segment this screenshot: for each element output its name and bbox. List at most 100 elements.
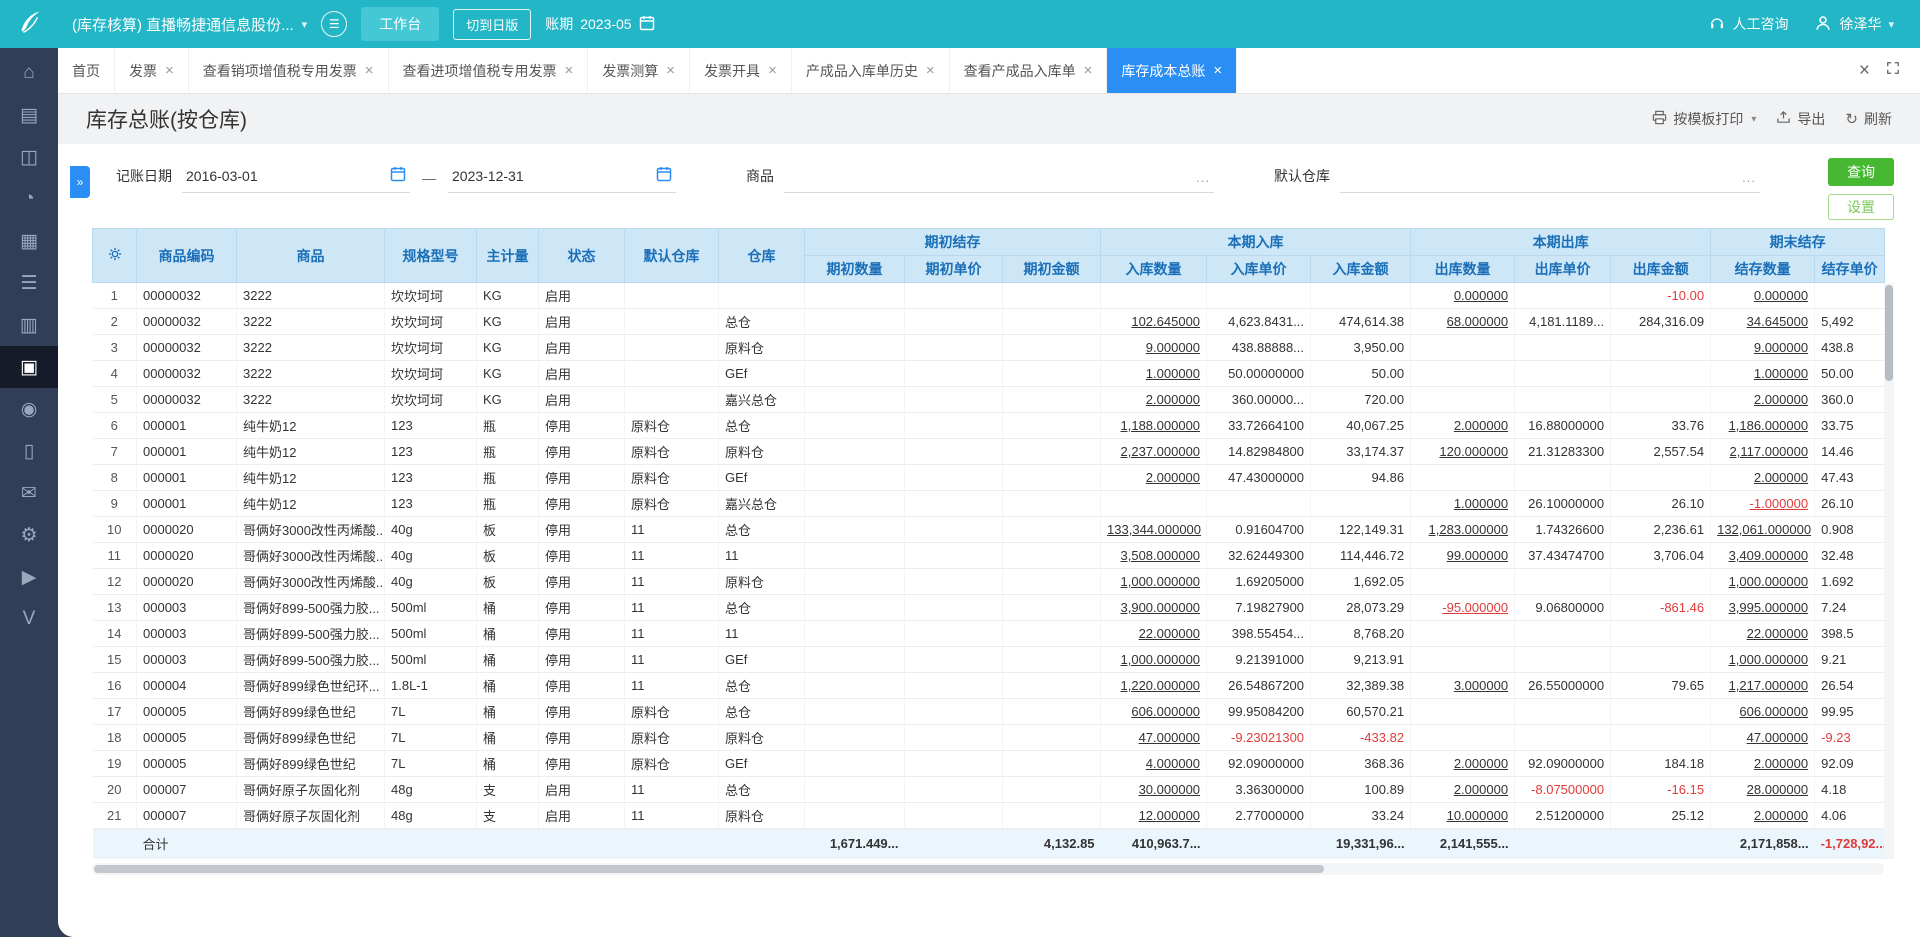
drill-link[interactable]: 1,186.000000 <box>1710 412 1816 439</box>
drill-link[interactable]: 34.645000 <box>1710 308 1816 335</box>
tab-0[interactable]: 首页 <box>58 48 115 93</box>
vertical-scrollbar[interactable] <box>1884 283 1894 859</box>
drill-link[interactable]: 99.000000 <box>1410 542 1516 569</box>
fullscreen-icon[interactable] <box>1886 61 1900 80</box>
tab-2[interactable]: 查看销项增值税专用发票 × <box>189 48 389 93</box>
drill-link[interactable]: 1,000.000000 <box>1100 646 1208 673</box>
drill-link[interactable]: 22.000000 <box>1100 620 1208 647</box>
drill-link[interactable]: -95.000000 <box>1410 594 1516 621</box>
sidebar-item-messages[interactable]: ✉ <box>0 472 58 514</box>
horizontal-scrollbar-thumb[interactable] <box>94 864 1324 873</box>
sidebar-item-vouchers[interactable]: ☰ <box>0 262 58 304</box>
drill-link[interactable]: 1,000.000000 <box>1100 568 1208 595</box>
drill-link[interactable]: 28.000000 <box>1710 776 1816 803</box>
company-selector[interactable]: (库存核算) 直播畅捷通信息股份... ▾ <box>72 14 307 35</box>
filter-expand-button[interactable]: » <box>70 166 90 198</box>
switch-version-button[interactable]: 切到日版 <box>453 8 532 40</box>
sidebar-item-home[interactable]: ⌂ <box>0 52 58 94</box>
tab-6[interactable]: 产成品入库单历史 × <box>792 48 950 93</box>
column-settings-header[interactable] <box>92 228 137 283</box>
drill-link[interactable]: 9.000000 <box>1100 334 1208 361</box>
tab-close-icon[interactable]: × <box>768 63 777 78</box>
tab-8[interactable]: 库存成本总账 × <box>1107 48 1238 93</box>
tab-close-icon[interactable]: × <box>165 63 174 78</box>
drill-link[interactable]: 12.000000 <box>1100 802 1208 829</box>
tab-close-icon[interactable]: × <box>1213 63 1222 78</box>
date-to-input[interactable]: 2023-12-31 <box>448 164 676 193</box>
drill-link[interactable]: 22.000000 <box>1710 620 1816 647</box>
sidebar-item-reports[interactable]: ◫ <box>0 136 58 178</box>
drill-link[interactable]: 2.000000 <box>1410 750 1516 777</box>
sidebar-item-enterprise[interactable]: ▦ <box>0 220 58 262</box>
drill-link[interactable]: 102.645000 <box>1100 308 1208 335</box>
drill-link[interactable]: 1.000000 <box>1410 490 1516 517</box>
drill-link[interactable]: 2.000000 <box>1410 412 1516 439</box>
support-link[interactable]: 人工咨询 <box>1709 14 1788 34</box>
tab-close-icon[interactable]: × <box>666 63 675 78</box>
drill-link[interactable]: 1,000.000000 <box>1710 568 1816 595</box>
tab-7[interactable]: 查看产成品入库单 × <box>950 48 1108 93</box>
drill-link[interactable]: 1.000000 <box>1100 360 1208 387</box>
drill-link[interactable]: 2.000000 <box>1710 464 1816 491</box>
drill-link[interactable]: 606.000000 <box>1710 698 1816 725</box>
drill-link[interactable]: 47.000000 <box>1100 724 1208 751</box>
sidebar-item-schedule[interactable]: ◔ <box>0 178 58 220</box>
drill-link[interactable]: 3,508.000000 <box>1100 542 1208 569</box>
product-filter-input[interactable]: ... <box>784 168 1214 193</box>
drill-link[interactable]: 47.000000 <box>1710 724 1816 751</box>
memo-icon[interactable]: ☰ <box>321 11 348 37</box>
horizontal-scrollbar[interactable] <box>92 862 1884 875</box>
sidebar-item-service[interactable]: ◉ <box>0 388 58 430</box>
tab-4[interactable]: 发票测算 × <box>588 48 691 93</box>
warehouse-picker-button[interactable]: ... <box>1742 170 1756 185</box>
sidebar-item-assets[interactable]: ▥ <box>0 304 58 346</box>
drill-link[interactable]: 120.000000 <box>1410 438 1516 465</box>
drill-link[interactable]: 2.000000 <box>1710 802 1816 829</box>
drill-link[interactable]: 30.000000 <box>1100 776 1208 803</box>
settings-button[interactable]: 设置 <box>1828 194 1894 220</box>
date-from-input[interactable]: 2016-03-01 <box>182 164 410 193</box>
drill-link[interactable]: 2.000000 <box>1100 464 1208 491</box>
vertical-scrollbar-thumb[interactable] <box>1885 285 1893 381</box>
drill-link[interactable]: 2.000000 <box>1410 776 1516 803</box>
drill-link[interactable]: 10.000000 <box>1410 802 1516 829</box>
drill-link[interactable]: 2.000000 <box>1710 386 1816 413</box>
drill-link[interactable]: 2,117.000000 <box>1710 438 1816 465</box>
calendar-icon[interactable] <box>390 166 406 185</box>
drill-link[interactable]: 132,061.000000 <box>1710 516 1816 543</box>
drill-link[interactable]: 3.000000 <box>1410 672 1516 699</box>
app-logo[interactable] <box>0 0 58 48</box>
close-icon[interactable]: × <box>1859 61 1870 80</box>
drill-link[interactable]: 3,409.000000 <box>1710 542 1816 569</box>
drill-link[interactable]: 2,237.000000 <box>1100 438 1208 465</box>
calendar-icon[interactable] <box>656 166 672 185</box>
sidebar-item-mobile[interactable]: ▯ <box>0 430 58 472</box>
drill-link[interactable]: 1,000.000000 <box>1710 646 1816 673</box>
query-button[interactable]: 查询 <box>1828 158 1894 186</box>
period-picker[interactable]: 账期 2023-05 <box>545 14 654 34</box>
sidebar-item-brand-v[interactable]: V <box>0 598 58 640</box>
sidebar-item-settings[interactable]: ⚙ <box>0 514 58 556</box>
drill-link[interactable]: 1,217.000000 <box>1710 672 1816 699</box>
drill-link[interactable]: 9.000000 <box>1710 334 1816 361</box>
tab-close-icon[interactable]: × <box>565 63 574 78</box>
export-button[interactable]: 导出 <box>1776 109 1825 129</box>
drill-link[interactable]: 2.000000 <box>1100 386 1208 413</box>
drill-link[interactable]: 1,283.000000 <box>1410 516 1516 543</box>
workbench-button[interactable]: 工作台 <box>361 7 440 41</box>
tab-5[interactable]: 发票开具 × <box>690 48 792 93</box>
drill-link[interactable]: 1,188.000000 <box>1100 412 1208 439</box>
drill-link[interactable]: 3,900.000000 <box>1100 594 1208 621</box>
drill-link[interactable]: 4.000000 <box>1100 750 1208 777</box>
tab-close-icon[interactable]: × <box>1084 63 1093 78</box>
drill-link[interactable]: 3,995.000000 <box>1710 594 1816 621</box>
sidebar-item-invoice[interactable]: ▤ <box>0 94 58 136</box>
refresh-button[interactable]: ↻ 刷新 <box>1845 109 1892 129</box>
tab-close-icon[interactable]: × <box>926 63 935 78</box>
tab-3[interactable]: 查看进项增值税专用发票 × <box>389 48 589 93</box>
drill-link[interactable]: 606.000000 <box>1100 698 1208 725</box>
drill-link[interactable]: 0.000000 <box>1410 282 1516 309</box>
drill-link[interactable]: 68.000000 <box>1410 308 1516 335</box>
tab-1[interactable]: 发票 × <box>115 48 189 93</box>
product-picker-button[interactable]: ... <box>1196 170 1210 185</box>
